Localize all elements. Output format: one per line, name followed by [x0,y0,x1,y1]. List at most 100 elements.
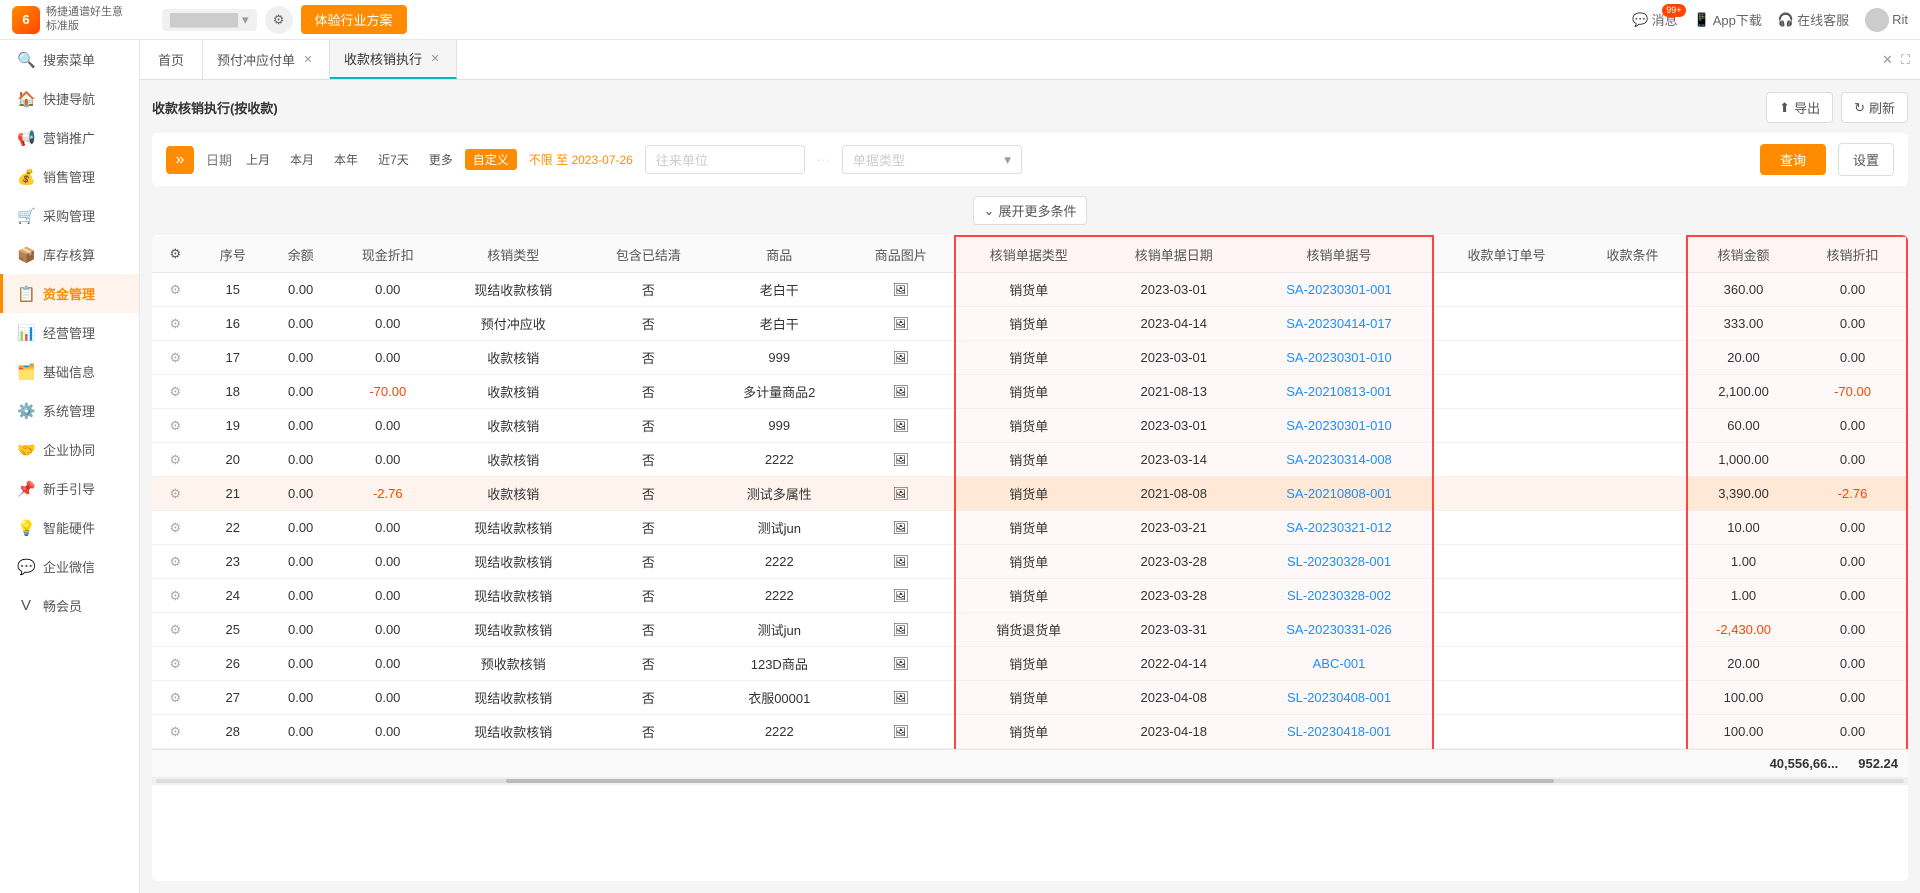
bill-link[interactable]: SA-20210813-001 [1286,384,1392,399]
cell-bill_no[interactable]: SA-20230414-017 [1246,307,1433,341]
query-button[interactable]: 查询 [1760,144,1826,175]
bill-link[interactable]: SA-20230301-010 [1286,350,1392,365]
cell-receipt_condition [1579,375,1687,409]
sidebar-item-finance[interactable]: 📋资金管理 [0,274,139,313]
horizontal-scrollbar[interactable] [152,777,1908,785]
expand-conditions-button[interactable]: ⌄ 展开更多条件 [973,196,1088,225]
sidebar-item-member[interactable]: V畅会员 [0,586,139,625]
cell-included: 否 [586,477,712,511]
cell-receipt_order_no [1433,579,1579,613]
cell-receipt_order_no [1433,273,1579,307]
cell-bill_no[interactable]: SA-20230321-012 [1246,511,1433,545]
sidebar-item-sales[interactable]: 💰销售管理 [0,157,139,196]
bill-link[interactable]: ABC-001 [1313,656,1366,671]
cell-bill_no[interactable]: SA-20230301-010 [1246,341,1433,375]
cell-balance: 0.00 [267,545,335,579]
more-chip[interactable]: 更多 [421,149,461,170]
cell-receipt_order_no [1433,409,1579,443]
cell-num: 21 [199,477,267,511]
bill-link[interactable]: SA-20230301-001 [1286,282,1392,297]
cell-bill_no[interactable]: ABC-001 [1246,647,1433,681]
cell-bill_no[interactable]: SL-20230328-001 [1246,545,1433,579]
cell-cash_discount: -70.00 [335,375,441,409]
cell-bill_no[interactable]: SA-20230301-001 [1246,273,1433,307]
sidebar-item-quick[interactable]: 🏠快捷导航 [0,79,139,118]
sidebar-item-basic[interactable]: 🗂️基础信息 [0,352,139,391]
cell-num: 24 [199,579,267,613]
close-window-icon[interactable]: ✕ [1882,52,1893,68]
main-content: 首页预付冲应付单✕收款核销执行✕ ✕ ⛶ 收款核销执行(按收款) ⬆ 导出 ↻ … [140,40,1920,893]
app-download-button[interactable]: 📱 App下载 [1694,10,1762,29]
bill-link[interactable]: SL-20230408-001 [1287,690,1391,705]
cell-balance: 0.00 [267,579,335,613]
logo-icon: 6 [12,6,40,34]
cell-verify_amount: 1.00 [1687,545,1799,579]
sidebar-item-system[interactable]: ⚙️系统管理 [0,391,139,430]
cell-bill_no[interactable]: SA-20230314-008 [1246,443,1433,477]
bill-type-select[interactable]: 单据类型 ▾ [842,145,1022,174]
custom-chip[interactable]: 自定义 [465,149,517,170]
bill-link[interactable]: SA-20210808-001 [1286,486,1392,501]
cell-verify_type: 预付冲应收 [441,307,586,341]
cell-receipt_order_no [1433,613,1579,647]
sidebar-item-search[interactable]: 🔍搜索菜单 [0,40,139,79]
page-header: 收款核销执行(按收款) ⬆ 导出 ↻ 刷新 [152,92,1908,123]
sidebar-item-inventory[interactable]: 📦库存核算 [0,235,139,274]
sidebar-item-hardware[interactable]: 💡智能硬件 [0,508,139,547]
bill-link[interactable]: SL-20230418-001 [1287,724,1391,739]
tab-collect[interactable]: 收款核销执行✕ [330,40,457,79]
maximize-icon[interactable]: ⛶ [1901,52,1910,68]
refresh-button[interactable]: ↻ 刷新 [1841,92,1908,123]
tab-home[interactable]: 首页 [140,40,203,79]
verify-amount-total: 40,556,66... [1770,756,1839,771]
bill-link[interactable]: SL-20230328-002 [1287,588,1391,603]
cell-bill_no[interactable]: SL-20230418-001 [1246,715,1433,749]
last-month-chip[interactable]: 上月 [238,149,278,170]
sidebar-item-marketing[interactable]: 📢营销推广 [0,118,139,157]
last7-chip[interactable]: 近7天 [370,149,417,170]
filter-settings-button[interactable]: 设置 [1838,143,1894,176]
company-selector[interactable]: ████████ ▾ [162,9,257,31]
online-service-button[interactable]: 🎧 在线客服 [1778,10,1849,29]
sidebar-item-wechat[interactable]: 💬企业微信 [0,547,139,586]
cell-bill_type: 销货单 [955,273,1101,307]
cell-balance: 0.00 [267,409,335,443]
bill-link[interactable]: SA-20230314-008 [1286,452,1392,467]
bill-link[interactable]: SA-20230301-010 [1286,418,1392,433]
cell-cash_discount: 0.00 [335,409,441,443]
industry-solution-button[interactable]: 体验行业方案 [301,5,407,34]
sidebar-item-enterprise[interactable]: 🤝企业协同 [0,430,139,469]
cell-bill_no[interactable]: SA-20210808-001 [1246,477,1433,511]
notification-button[interactable]: 💬 消息 99+ [1632,10,1677,29]
cell-bill_no[interactable]: SL-20230328-002 [1246,579,1433,613]
filter-toggle-button[interactable]: » [166,146,194,174]
export-button[interactable]: ⬆ 导出 [1766,92,1833,123]
table-row: ⚙190.000.00收款核销否999🖼销货单2023-03-01SA-2023… [152,409,1907,443]
sidebar-item-purchase[interactable]: 🛒采购管理 [0,196,139,235]
notification-badge: 99+ [1662,4,1685,17]
cell-bill_no[interactable]: SA-20230301-010 [1246,409,1433,443]
sidebar-item-biz[interactable]: 📊经营管理 [0,313,139,352]
cell-bill_no[interactable]: SA-20230331-026 [1246,613,1433,647]
counterparty-input[interactable]: 往来单位 [645,145,805,174]
bill-link[interactable]: SA-20230321-012 [1286,520,1392,535]
this-month-chip[interactable]: 本月 [282,149,322,170]
sidebar-item-newbie[interactable]: 📌新手引导 [0,469,139,508]
tab-close-icon[interactable]: ✕ [428,52,442,66]
settings-icon[interactable]: ⚙ [265,6,293,34]
this-year-chip[interactable]: 本年 [326,149,366,170]
inventory-icon: 📦 [17,246,35,264]
cell-verify_discount: 0.00 [1799,647,1907,681]
cell-bill_no[interactable]: SL-20230408-001 [1246,681,1433,715]
cell-verify_type: 收款核销 [441,477,586,511]
cell-bill_no[interactable]: SA-20210813-001 [1246,375,1433,409]
bill-link[interactable]: SL-20230328-001 [1287,554,1391,569]
cell-settings: ⚙ [152,715,199,749]
sales-icon: 💰 [17,168,35,186]
bill-link[interactable]: SA-20230331-026 [1286,622,1392,637]
table-row: ⚙170.000.00收款核销否999🖼销货单2023-03-01SA-2023… [152,341,1907,375]
tab-prepay[interactable]: 预付冲应付单✕ [203,40,330,79]
bill-link[interactable]: SA-20230414-017 [1286,316,1392,331]
user-menu[interactable]: Rit [1865,8,1908,32]
tab-close-icon[interactable]: ✕ [301,53,315,67]
